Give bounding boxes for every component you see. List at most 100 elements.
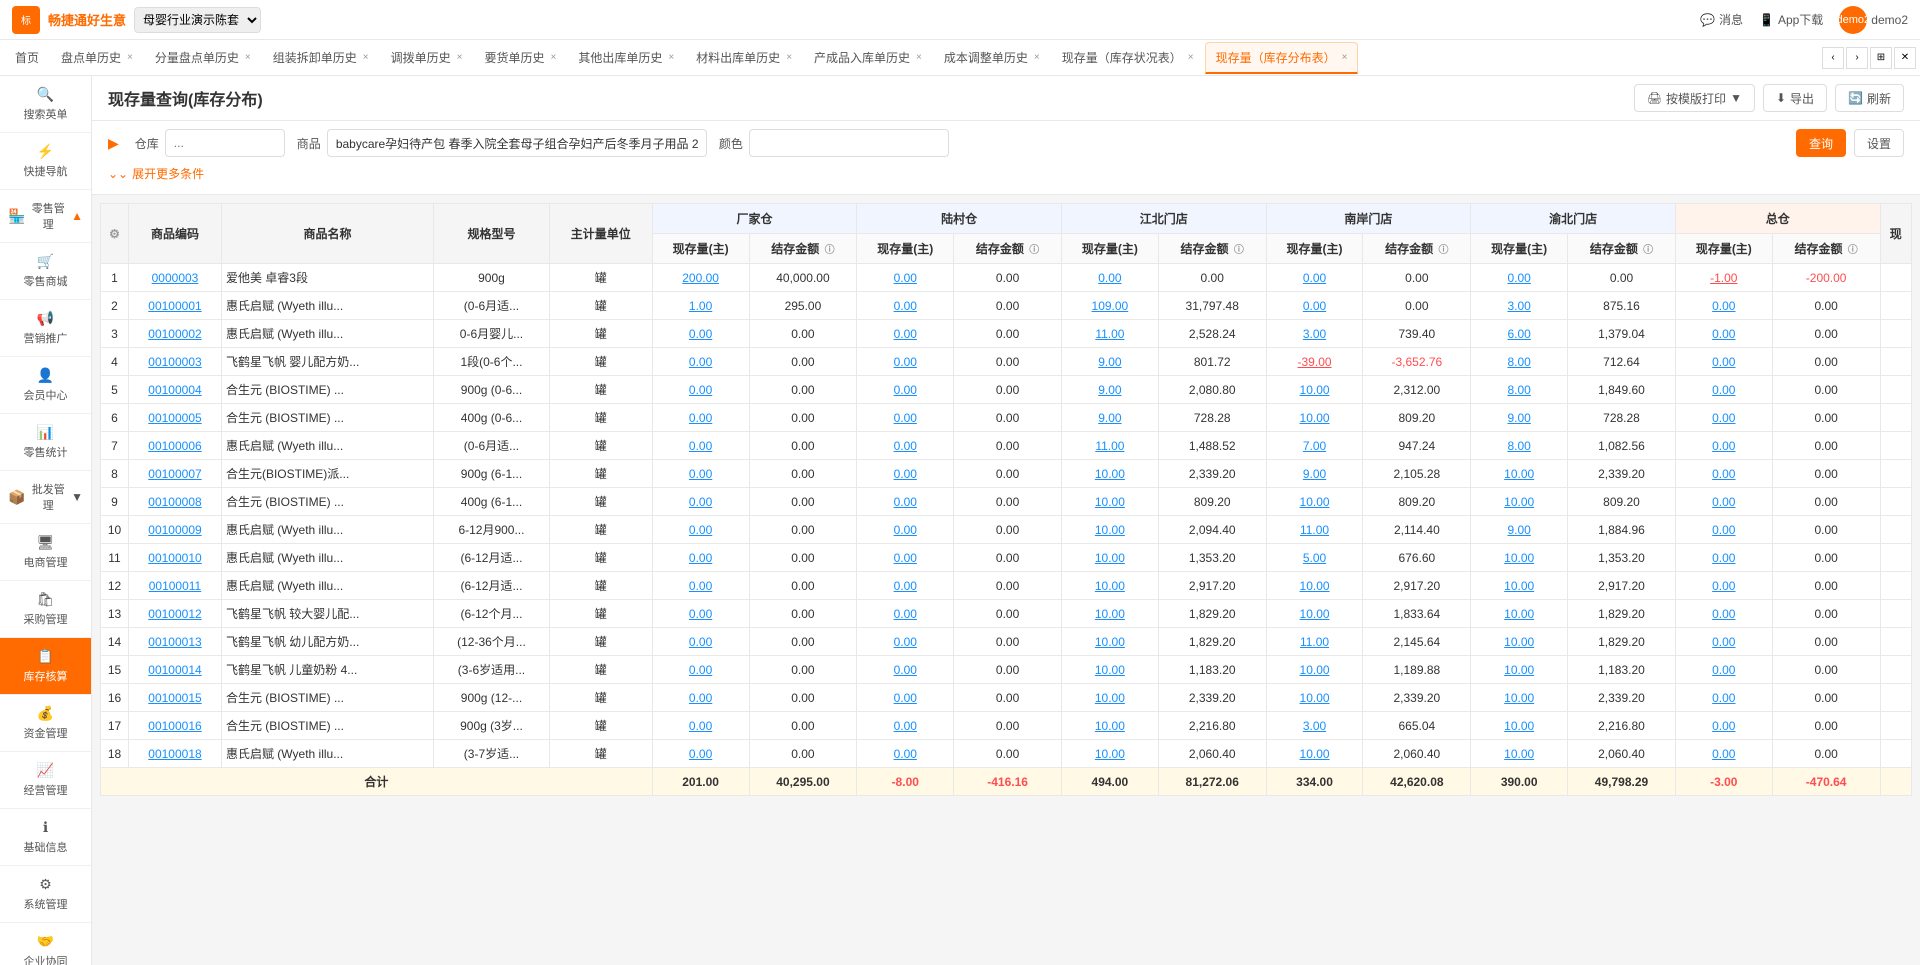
code-link[interactable]: 00100008 — [148, 495, 201, 509]
code-link[interactable]: 00100004 — [148, 383, 201, 397]
yb-qty-link[interactable]: 10.00 — [1504, 719, 1534, 733]
jb-qty-link[interactable]: 9.00 — [1098, 411, 1121, 425]
tab-7[interactable]: 材料出库单历史 × — [685, 42, 803, 74]
info-icon-5[interactable]: ⓘ — [1643, 245, 1653, 256]
total-qty-link[interactable]: 0.00 — [1712, 691, 1735, 705]
sidebar-item-marketing[interactable]: 📢 营销推广 — [0, 300, 91, 357]
code-link[interactable]: 00100002 — [148, 327, 201, 341]
na-qty-link[interactable]: -39.00 — [1298, 355, 1332, 369]
l-qty-link[interactable]: 0.00 — [894, 579, 917, 593]
l-qty-link[interactable]: 0.00 — [894, 663, 917, 677]
total-qty-link[interactable]: 0.00 — [1712, 439, 1735, 453]
f-qty-link[interactable]: 1.00 — [689, 299, 712, 313]
jb-qty-link[interactable]: 10.00 — [1095, 663, 1125, 677]
f-qty-link[interactable]: 0.00 — [689, 439, 712, 453]
na-qty-link[interactable]: 10.00 — [1300, 383, 1330, 397]
l-qty-link[interactable]: 0.00 — [894, 299, 917, 313]
jb-qty-link[interactable]: 10.00 — [1095, 635, 1125, 649]
info-icon-3[interactable]: ⓘ — [1234, 245, 1244, 256]
yb-qty-link[interactable]: 3.00 — [1507, 299, 1530, 313]
na-qty-link[interactable]: 10.00 — [1300, 663, 1330, 677]
tab-3[interactable]: 组装拆卸单历史 × — [262, 42, 380, 74]
tab-close-9[interactable]: × — [1034, 52, 1040, 63]
sidebar-item-ecom[interactable]: 🖥 电商管理 — [0, 524, 91, 581]
f-qty-link[interactable]: 0.00 — [689, 691, 712, 705]
na-qty-link[interactable]: 7.00 — [1303, 439, 1326, 453]
l-qty-link[interactable]: 0.00 — [894, 607, 917, 621]
code-link[interactable]: 0000003 — [152, 271, 199, 285]
tab-close-all[interactable]: ✕ — [1894, 47, 1916, 69]
total-qty-link[interactable]: 0.00 — [1712, 523, 1735, 537]
f-qty-link[interactable]: 0.00 — [689, 355, 712, 369]
na-qty-link[interactable]: 3.00 — [1303, 719, 1326, 733]
l-qty-link[interactable]: 0.00 — [894, 551, 917, 565]
code-link[interactable]: 00100007 — [148, 467, 201, 481]
total-qty-link[interactable]: 0.00 — [1712, 747, 1735, 761]
query-btn[interactable]: 查询 — [1796, 129, 1846, 157]
total-qty-link[interactable]: -1.00 — [1710, 271, 1737, 285]
info-icon-1[interactable]: ⓘ — [825, 245, 835, 256]
expand-btn[interactable]: ⌄⌄ 展开更多条件 — [108, 165, 1904, 182]
total-qty-link[interactable]: 0.00 — [1712, 607, 1735, 621]
tab-prev[interactable]: ‹ — [1822, 47, 1844, 69]
jb-qty-link[interactable]: 10.00 — [1095, 691, 1125, 705]
settings-icon[interactable]: ⚙ — [109, 227, 120, 241]
code-link[interactable]: 00100014 — [148, 663, 201, 677]
tab-more[interactable]: ⊞ — [1870, 47, 1892, 69]
total-qty-link[interactable]: 0.00 — [1712, 635, 1735, 649]
na-qty-link[interactable]: 11.00 — [1300, 635, 1329, 649]
na-qty-link[interactable]: 5.00 — [1303, 551, 1326, 565]
total-qty-link[interactable]: 0.00 — [1712, 411, 1735, 425]
sidebar-item-basic[interactable]: ℹ 基础信息 — [0, 809, 91, 866]
jb-qty-link[interactable]: 10.00 — [1095, 495, 1125, 509]
tab-close-6[interactable]: × — [668, 52, 674, 63]
l-qty-link[interactable]: 0.00 — [894, 635, 917, 649]
refresh-btn[interactable]: 🔄 刷新 — [1835, 84, 1904, 112]
tab-8[interactable]: 产成品入库单历史 × — [803, 42, 933, 74]
f-qty-link[interactable]: 0.00 — [689, 607, 712, 621]
sidebar-item-shop[interactable]: 🛒 零售商城 — [0, 243, 91, 300]
sidebar-item-purchase[interactable]: 🛍 采购管理 — [0, 581, 91, 638]
tab-close-10[interactable]: × — [1188, 52, 1194, 63]
jb-qty-link[interactable]: 10.00 — [1095, 579, 1125, 593]
sidebar-item-ops[interactable]: 📈 经营管理 — [0, 752, 91, 809]
tab-close-7[interactable]: × — [786, 52, 792, 63]
code-link[interactable]: 00100001 — [148, 299, 201, 313]
f-qty-link[interactable]: 0.00 — [689, 747, 712, 761]
f-qty-link[interactable]: 0.00 — [689, 327, 712, 341]
f-qty-link[interactable]: 0.00 — [689, 523, 712, 537]
sidebar-item-collab[interactable]: 🤝 企业协同 — [0, 923, 91, 965]
total-qty-link[interactable]: 0.00 — [1712, 719, 1735, 733]
jb-qty-link[interactable]: 11.00 — [1095, 439, 1124, 453]
l-qty-link[interactable]: 0.00 — [894, 495, 917, 509]
info-icon-6[interactable]: ⓘ — [1848, 245, 1858, 256]
app-download-btn[interactable]: 📱 App下载 — [1759, 11, 1823, 28]
na-qty-link[interactable]: 10.00 — [1300, 691, 1330, 705]
yb-qty-link[interactable]: 8.00 — [1507, 439, 1530, 453]
sidebar-item-retail[interactable]: 🏪 零售管理 ▲ — [0, 190, 91, 243]
jb-qty-link[interactable]: 109.00 — [1092, 299, 1129, 313]
total-qty-link[interactable]: 0.00 — [1712, 327, 1735, 341]
f-qty-link[interactable]: 0.00 — [689, 383, 712, 397]
jb-qty-link[interactable]: 10.00 — [1095, 719, 1125, 733]
l-qty-link[interactable]: 0.00 — [894, 327, 917, 341]
code-link[interactable]: 00100011 — [149, 579, 202, 593]
jb-qty-link[interactable]: 0.00 — [1098, 271, 1121, 285]
code-link[interactable]: 00100013 — [148, 635, 201, 649]
f-qty-link[interactable]: 0.00 — [689, 663, 712, 677]
tab-4[interactable]: 调拨单历史 × — [380, 42, 474, 74]
yb-qty-link[interactable]: 10.00 — [1504, 691, 1534, 705]
jb-qty-link[interactable]: 11.00 — [1095, 327, 1124, 341]
code-link[interactable]: 00100009 — [148, 523, 201, 537]
sidebar-item-system[interactable]: ⚙ 系统管理 — [0, 866, 91, 923]
total-qty-link[interactable]: 0.00 — [1712, 495, 1735, 509]
settings-btn[interactable]: 设置 — [1854, 129, 1904, 157]
sidebar-item-member[interactable]: 👤 会员中心 — [0, 357, 91, 414]
na-qty-link[interactable]: 3.00 — [1303, 327, 1326, 341]
tab-close-8[interactable]: × — [916, 52, 922, 63]
tab-10[interactable]: 现存量（库存状况表） × — [1051, 42, 1205, 74]
f-qty-link[interactable]: 0.00 — [689, 467, 712, 481]
na-qty-link[interactable]: 11.00 — [1300, 523, 1329, 537]
f-qty-link[interactable]: 0.00 — [689, 495, 712, 509]
yb-qty-link[interactable]: 10.00 — [1504, 551, 1534, 565]
